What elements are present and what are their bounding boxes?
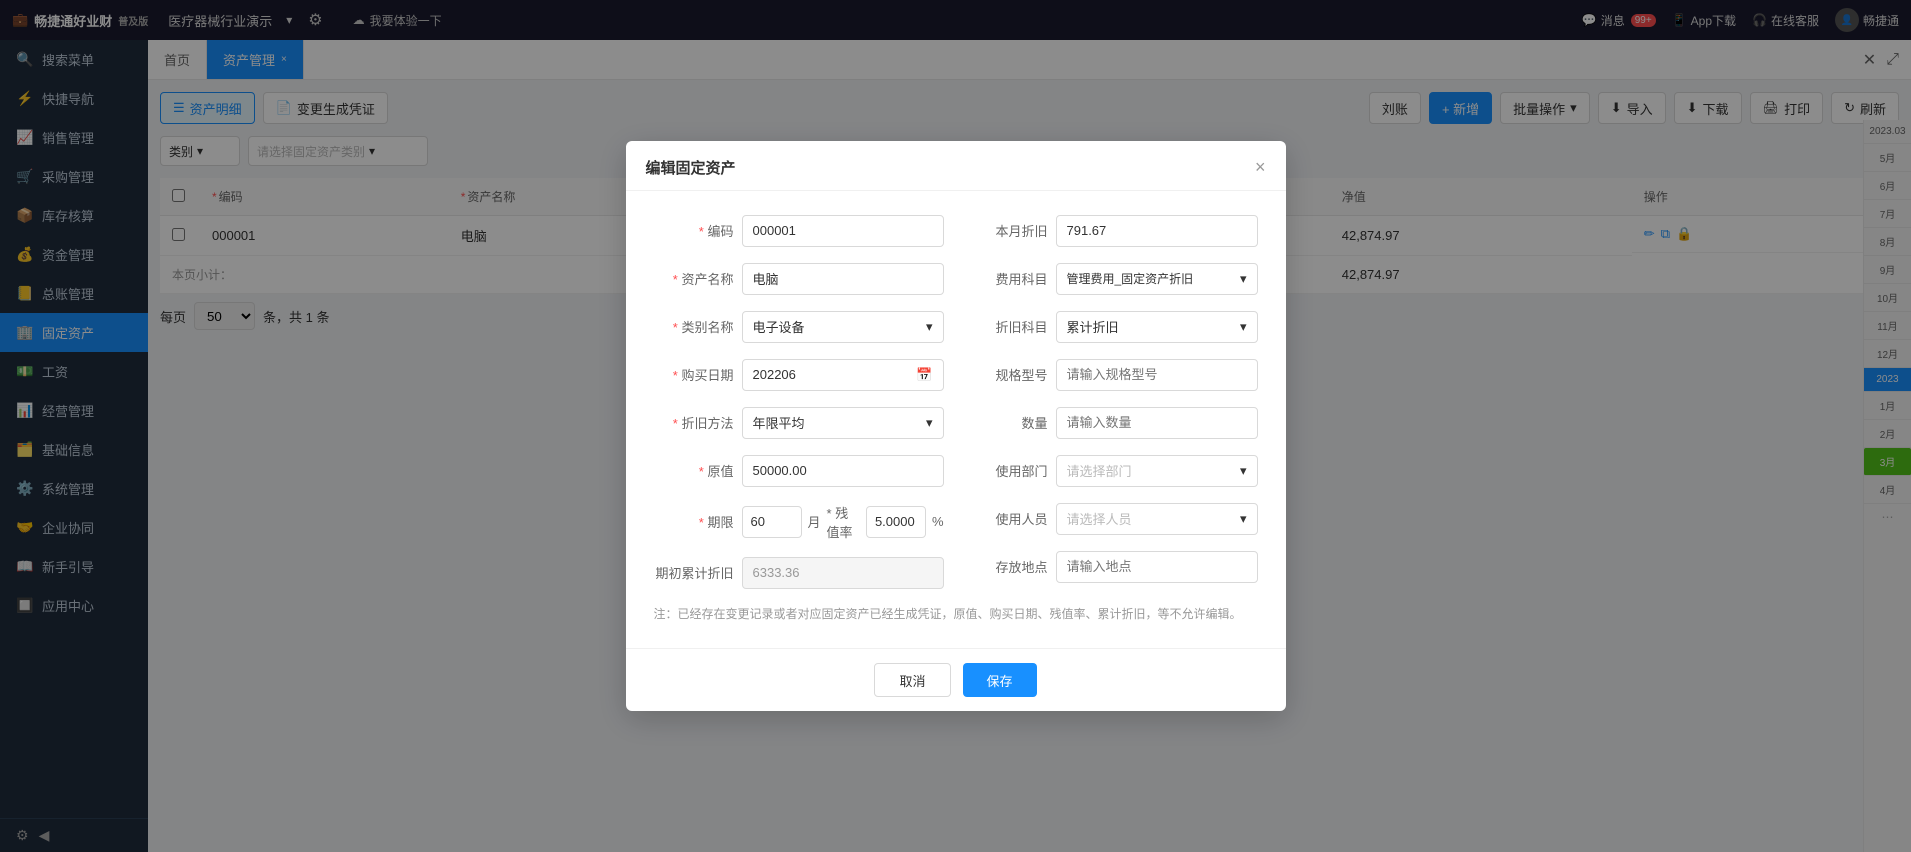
form-item-asset-name: * 资产名称	[654, 263, 944, 295]
residual-rate-label: * 残值率	[827, 503, 860, 541]
form-item-depreciation-method: * 折旧方法 年限平均 ▾	[654, 407, 944, 439]
save-button[interactable]: 保存	[963, 663, 1037, 697]
dialog-close-btn[interactable]: ×	[1255, 157, 1266, 178]
spec-input[interactable]	[1056, 359, 1258, 391]
dialog-body: * 编码 * 资产名称	[626, 191, 1286, 648]
monthly-depreciation-label: 本月折旧	[968, 221, 1048, 240]
calendar-icon: 📅	[916, 367, 932, 383]
purchase-date-label: * 购买日期	[654, 365, 734, 384]
user-select[interactable]: 请选择人员 ▾	[1056, 503, 1258, 535]
spec-label: 规格型号	[968, 365, 1048, 384]
form-grid: * 编码 * 资产名称	[654, 215, 1258, 589]
form-item-location: 存放地点	[968, 551, 1258, 583]
dialog-footer: 取消 保存	[626, 648, 1286, 711]
form-item-purchase-date: * 购买日期 202206 📅	[654, 359, 944, 391]
department-label: 使用部门	[968, 461, 1048, 480]
period-unit: 月	[808, 512, 821, 531]
location-input[interactable]	[1056, 551, 1258, 583]
form-item-user: 使用人员 请选择人员 ▾	[968, 503, 1258, 535]
form-item-initial-depreciation: 期初累计折旧	[654, 557, 944, 589]
dialog-overlay: 编辑固定资产 × * 编码	[0, 0, 1911, 852]
form-item-code: * 编码	[654, 215, 944, 247]
location-label: 存放地点	[968, 557, 1048, 576]
expense-category-value: 管理费用_固定资产折旧	[1067, 270, 1194, 287]
category-select-value: 电子设备	[753, 317, 805, 336]
depreciation-method-select[interactable]: 年限平均 ▾	[742, 407, 944, 439]
asset-name-input[interactable]	[742, 263, 944, 295]
asset-name-label: * 资产名称	[654, 269, 734, 288]
department-placeholder: 请选择部门	[1067, 461, 1132, 480]
original-value-input[interactable]	[742, 455, 944, 487]
form-right: 本月折旧 费用科目 管理费用_固定资产折旧 ▾	[968, 215, 1258, 589]
depreciation-category-select[interactable]: 累计折旧 ▾	[1056, 311, 1258, 343]
depreciation-method-label: * 折旧方法	[654, 413, 734, 432]
quantity-input[interactable]	[1056, 407, 1258, 439]
code-input[interactable]	[742, 215, 944, 247]
initial-depreciation-label: 期初累计折旧	[654, 563, 734, 582]
expense-category-arrow: ▾	[1240, 271, 1247, 287]
category-form-label: * 类别名称	[654, 317, 734, 336]
category-select[interactable]: 电子设备 ▾	[742, 311, 944, 343]
code-label: * 编码	[654, 221, 734, 240]
expense-category-select[interactable]: 管理费用_固定资产折旧 ▾	[1056, 263, 1258, 295]
form-item-monthly-depreciation: 本月折旧	[968, 215, 1258, 247]
dialog-header: 编辑固定资产 ×	[626, 141, 1286, 191]
department-arrow: ▾	[1240, 463, 1247, 479]
depreciation-category-value: 累计折旧	[1067, 317, 1119, 336]
form-item-depreciation-category: 折旧科目 累计折旧 ▾	[968, 311, 1258, 343]
residual-rate-unit: %	[932, 514, 944, 529]
initial-depreciation-input	[742, 557, 944, 589]
monthly-depreciation-input[interactable]	[1056, 215, 1258, 247]
purchase-date-value: 202206	[753, 367, 796, 382]
depreciation-method-arrow: ▾	[926, 415, 933, 431]
user-label: 使用人员	[968, 509, 1048, 528]
form-item-expense-category: 费用科目 管理费用_固定资产折旧 ▾	[968, 263, 1258, 295]
period-label: * 期限	[654, 512, 734, 531]
user-placeholder: 请选择人员	[1067, 509, 1132, 528]
form-item-period: * 期限 月 * 残值率 %	[654, 503, 944, 541]
quantity-label: 数量	[968, 413, 1048, 432]
department-select[interactable]: 请选择部门 ▾	[1056, 455, 1258, 487]
edit-asset-dialog: 编辑固定资产 × * 编码	[626, 141, 1286, 711]
cancel-button[interactable]: 取消	[874, 663, 950, 697]
form-note: 注：已经存在变更记录或者对应固定资产已经生成凭证，原值、购买日期、残值率、累计折…	[654, 605, 1258, 624]
residual-rate-input[interactable]	[866, 506, 926, 538]
form-item-original-value: * 原值	[654, 455, 944, 487]
period-group: 月 * 残值率 %	[742, 503, 944, 541]
category-select-arrow: ▾	[926, 319, 933, 335]
dialog-title: 编辑固定资产	[646, 157, 736, 178]
depreciation-category-arrow: ▾	[1240, 319, 1247, 335]
form-item-category: * 类别名称 电子设备 ▾	[654, 311, 944, 343]
user-arrow: ▾	[1240, 511, 1247, 527]
form-item-department: 使用部门 请选择部门 ▾	[968, 455, 1258, 487]
depreciation-category-label: 折旧科目	[968, 317, 1048, 336]
form-left: * 编码 * 资产名称	[654, 215, 944, 589]
form-item-spec: 规格型号	[968, 359, 1258, 391]
period-input[interactable]	[742, 506, 802, 538]
form-item-quantity: 数量	[968, 407, 1258, 439]
expense-category-label: 费用科目	[968, 269, 1048, 288]
depreciation-method-value: 年限平均	[753, 413, 805, 432]
purchase-date-input[interactable]: 202206 📅	[742, 359, 944, 391]
original-value-label: * 原值	[654, 461, 734, 480]
